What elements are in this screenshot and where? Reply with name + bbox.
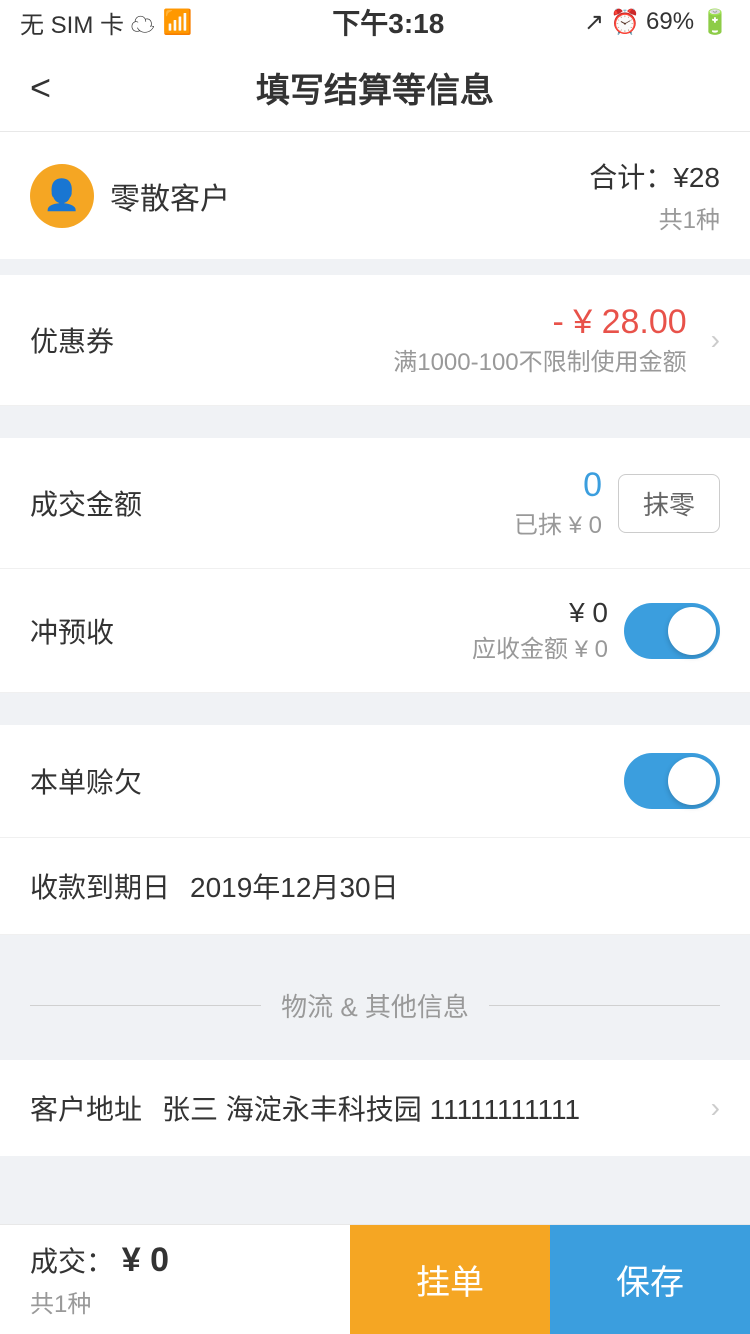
bottom-bar: 成交： ¥ 0 共1种 挂单 保存 bbox=[0, 1224, 750, 1334]
chevron-right-icon: › bbox=[711, 324, 720, 356]
prepayment-row: 冲预收 ¥ 0 应收金额 ¥ 0 bbox=[0, 569, 750, 693]
status-bar: 无 SIM 卡 ☁ 📶 下午3:18 ↗ ⏰ 69% 🔋 bbox=[0, 0, 750, 44]
coupon-value-col: - ¥ 28.00 满1000-100不限制使用金额 bbox=[393, 303, 686, 377]
coupon-section: 优惠券 - ¥ 28.00 满1000-100不限制使用金额 › bbox=[0, 275, 750, 406]
coupon-right: - ¥ 28.00 满1000-100不限制使用金额 › bbox=[393, 303, 720, 377]
address-value: 张三 海淀永丰科技园 11111111111 bbox=[162, 1088, 703, 1128]
page-title: 填写结算等信息 bbox=[256, 63, 494, 112]
transaction-label: 成交金额 bbox=[30, 483, 142, 523]
status-bar-left: 无 SIM 卡 ☁ 📶 bbox=[20, 5, 193, 40]
logistics-label: 物流 & 其他信息 bbox=[281, 987, 469, 1024]
battery-level: 69% bbox=[646, 8, 694, 36]
due-date-value: 2019年12月30日 bbox=[190, 866, 399, 906]
battery-icon: 🔋 bbox=[700, 8, 730, 37]
address-label: 客户地址 bbox=[30, 1088, 142, 1128]
transaction-sub: 已抹 ¥ 0 bbox=[514, 505, 602, 540]
address-chevron-icon: › bbox=[711, 1092, 720, 1124]
round-zero-button[interactable]: 抹零 bbox=[618, 474, 720, 533]
total-amount: 合计：¥28 bbox=[589, 156, 720, 196]
due-date-label: 收款到期日 bbox=[30, 866, 170, 906]
bottom-title: 成交： bbox=[30, 1246, 114, 1277]
nav-bar: < 填写结算等信息 bbox=[0, 44, 750, 132]
content-area: 👤 零散客户 合计：¥28 共1种 优惠券 - ¥ 28.00 满1000-10… bbox=[0, 132, 750, 1292]
alarm-icon: ⏰ bbox=[610, 8, 640, 37]
prepayment-value-col: ¥ 0 应收金额 ¥ 0 bbox=[472, 597, 608, 664]
location-icon: ↗ bbox=[584, 8, 604, 37]
address-row[interactable]: 客户地址 张三 海淀永丰科技园 11111111111 › bbox=[0, 1060, 750, 1156]
logistics-divider: 物流 & 其他信息 bbox=[0, 967, 750, 1044]
wifi-icon: 📶 bbox=[163, 8, 193, 37]
transaction-right: 0 已抹 ¥ 0 抹零 bbox=[514, 466, 720, 540]
bottom-amount: ¥ 0 bbox=[122, 1241, 169, 1279]
spacer-4 bbox=[0, 1044, 750, 1060]
bottom-count: 共1种 bbox=[30, 1284, 320, 1319]
coupon-label: 优惠券 bbox=[30, 320, 114, 360]
divider-inner: 物流 & 其他信息 bbox=[30, 987, 720, 1024]
credit-row: 本单赊欠 bbox=[0, 725, 750, 838]
bottom-info: 成交： ¥ 0 共1种 bbox=[0, 1240, 350, 1319]
credit-label: 本单赊欠 bbox=[30, 761, 142, 801]
bottom-transaction-row: 成交： ¥ 0 bbox=[30, 1240, 320, 1280]
prepayment-toggle[interactable] bbox=[624, 603, 720, 659]
spacer-1 bbox=[0, 422, 750, 438]
transaction-value-col: 0 已抹 ¥ 0 bbox=[514, 466, 602, 540]
status-bar-right: ↗ ⏰ 69% 🔋 bbox=[584, 8, 730, 37]
prepayment-right: ¥ 0 应收金额 ¥ 0 bbox=[472, 597, 720, 664]
prepayment-sub: 应收金额 ¥ 0 bbox=[472, 629, 608, 664]
credit-section: 本单赊欠 收款到期日 2019年12月30日 bbox=[0, 725, 750, 935]
customer-avatar: 👤 bbox=[30, 164, 94, 228]
toggle-knob bbox=[668, 607, 716, 655]
transaction-amount-row: 成交金额 0 已抹 ¥ 0 抹零 bbox=[0, 438, 750, 569]
address-section: 客户地址 张三 海淀永丰科技园 11111111111 › bbox=[0, 1060, 750, 1156]
prepayment-label: 冲预收 bbox=[30, 611, 114, 651]
avatar-icon: 👤 bbox=[43, 178, 80, 213]
coupon-row[interactable]: 优惠券 - ¥ 28.00 满1000-100不限制使用金额 › bbox=[0, 275, 750, 406]
customer-total: 合计：¥28 共1种 bbox=[589, 156, 720, 235]
customer-info: 👤 零散客户 bbox=[30, 164, 230, 228]
item-count: 共1种 bbox=[589, 200, 720, 235]
credit-toggle[interactable] bbox=[624, 753, 720, 809]
customer-row: 👤 零散客户 合计：¥28 共1种 bbox=[0, 132, 750, 259]
spacer-3 bbox=[0, 951, 750, 967]
due-date-row: 收款到期日 2019年12月30日 bbox=[0, 838, 750, 935]
credit-toggle-knob bbox=[668, 757, 716, 805]
prepayment-value: ¥ 0 bbox=[472, 597, 608, 629]
spacer-2 bbox=[0, 709, 750, 725]
status-bar-time: 下午3:18 bbox=[332, 2, 444, 42]
back-button[interactable]: < bbox=[30, 67, 51, 109]
hang-order-button[interactable]: 挂单 bbox=[350, 1225, 550, 1334]
coupon-value: - ¥ 28.00 bbox=[393, 303, 686, 342]
coupon-sub: 满1000-100不限制使用金额 bbox=[393, 342, 686, 377]
customer-name: 零散客户 bbox=[110, 174, 230, 218]
transaction-section: 成交金额 0 已抹 ¥ 0 抹零 冲预收 ¥ 0 应收金额 ¥ 0 bbox=[0, 438, 750, 693]
credit-right bbox=[624, 753, 720, 809]
divider-line-left bbox=[30, 1005, 261, 1006]
sim-status: 无 SIM 卡 ☁ bbox=[20, 5, 155, 40]
divider-line-right bbox=[489, 1005, 720, 1006]
save-button[interactable]: 保存 bbox=[550, 1225, 750, 1334]
transaction-value: 0 bbox=[514, 466, 602, 505]
